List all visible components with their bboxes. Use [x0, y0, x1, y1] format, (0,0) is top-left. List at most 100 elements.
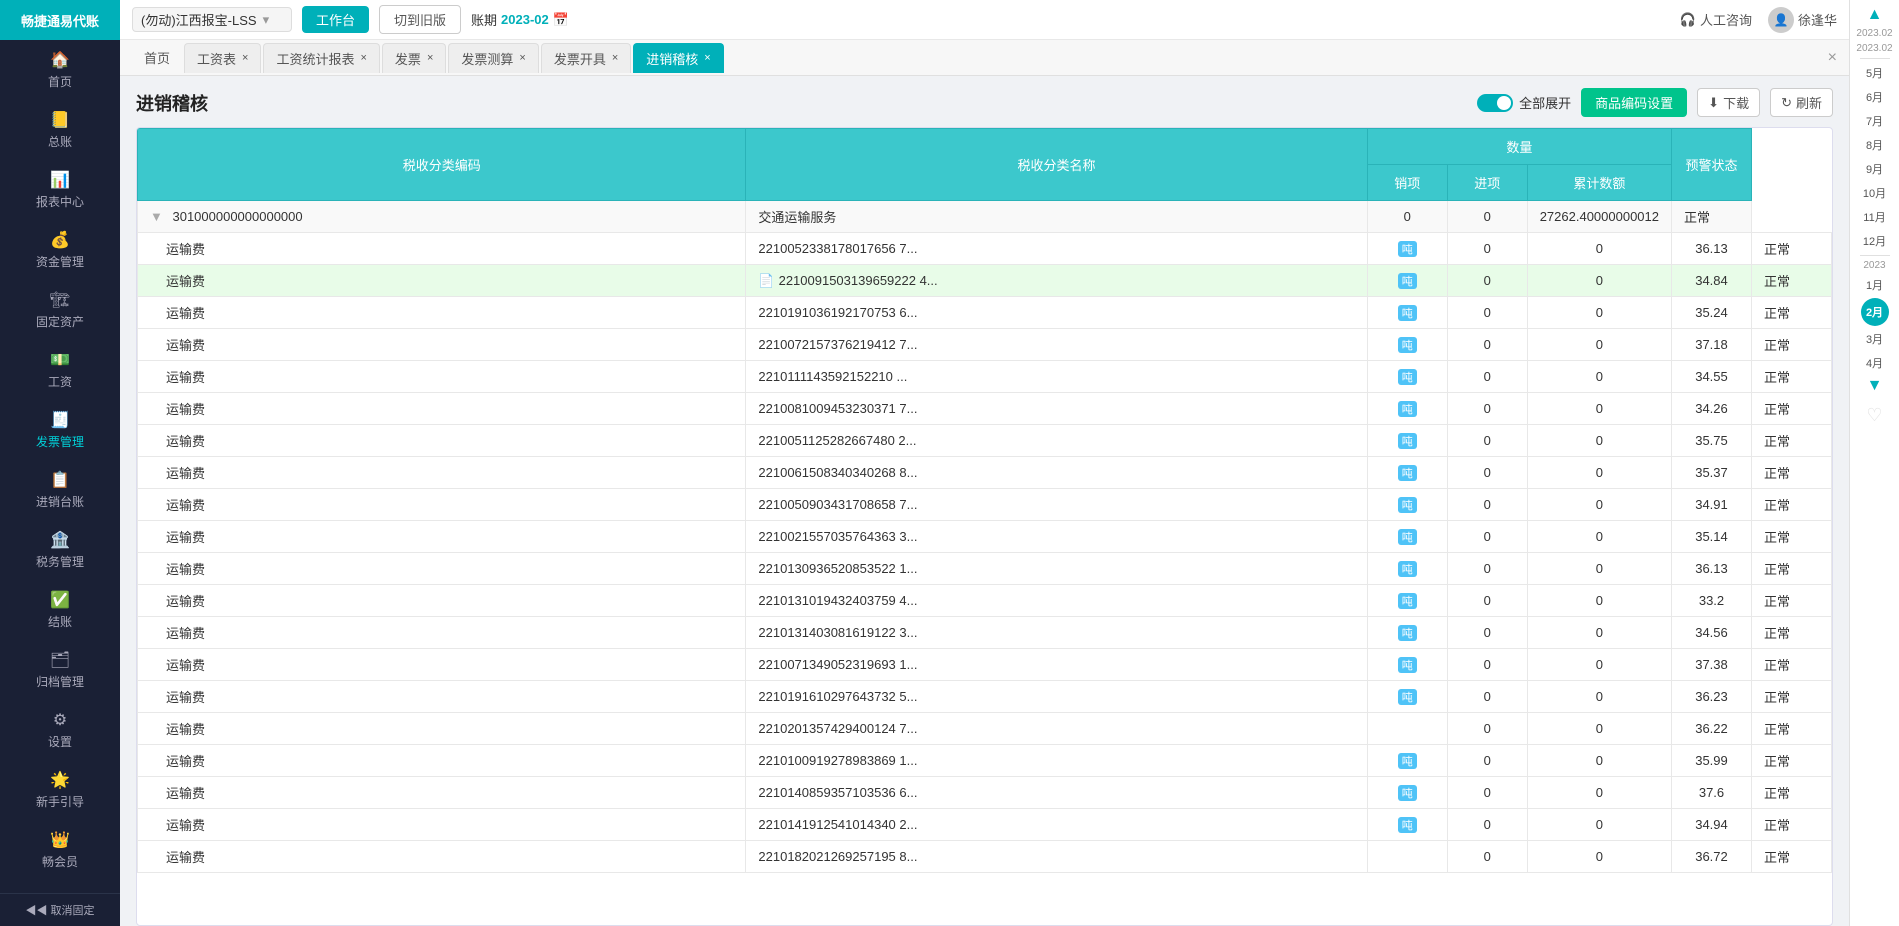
timeline-month-9[interactable]: 9月 — [1857, 157, 1893, 181]
tab-close-icon[interactable]: × — [242, 52, 248, 64]
unit-cell: 吨 — [1367, 297, 1447, 329]
tax-code-cell: ▼ 301000000000000000 — [138, 201, 746, 233]
tab-salary-table[interactable]: 工资表 × — [184, 43, 261, 73]
toolbar-right: 全部展开 商品编码设置 ⬇ 下载 ↻ 刷新 — [1477, 88, 1833, 117]
tab-close-icon[interactable]: × — [612, 52, 618, 64]
timeline-month-11[interactable]: 11月 — [1857, 205, 1893, 229]
sidebar-item-archive[interactable]: 🗂 归档管理 — [0, 640, 120, 700]
purchase-cell: 0 — [1527, 425, 1671, 457]
timeline-month-12[interactable]: 12月 — [1857, 229, 1893, 253]
col-header-cumulative: 累计数额 — [1527, 165, 1671, 201]
expand-all-toggle[interactable]: 全部展开 — [1477, 93, 1571, 112]
timeline-month-2-active[interactable]: 2月 — [1861, 298, 1889, 326]
table-row[interactable]: 运输费 2210182021269257195 8... 0 0 36.72 正… — [138, 841, 1832, 873]
table-row[interactable]: 运输费 2210131019432403759 4... 吨 0 0 33.2 … — [138, 585, 1832, 617]
table-row[interactable]: ▼ 301000000000000000 交通运输服务 0 0 27262.40… — [138, 201, 1832, 233]
table-row[interactable]: 运输费 2210191610297643732 5... 吨 0 0 36.23… — [138, 681, 1832, 713]
sidebar-item-report[interactable]: 📊 报表中心 — [0, 160, 120, 220]
sidebar-item-ledger[interactable]: 📒 总账 — [0, 100, 120, 160]
sidebar-item-tax[interactable]: 🏦 税务管理 — [0, 520, 120, 580]
tab-invoice-open[interactable]: 发票开具 × — [541, 43, 631, 73]
table-row[interactable]: 运输费 2210140859357103536 6... 吨 0 0 37.6 … — [138, 777, 1832, 809]
table-row[interactable]: 运输费 2210050903431708658 7... 吨 0 0 34.91… — [138, 489, 1832, 521]
timeline-month-3[interactable]: 3月 — [1857, 327, 1893, 351]
goods-settings-button[interactable]: 商品编码设置 — [1581, 88, 1687, 117]
toggle-track[interactable] — [1477, 94, 1513, 112]
support-button[interactable]: 🎧 人工咨询 — [1680, 10, 1752, 29]
timeline-month-1[interactable]: 1月 — [1857, 273, 1893, 297]
table-row[interactable]: 运输费 2210191036192170753 6... 吨 0 0 35.24… — [138, 297, 1832, 329]
table-row[interactable]: 运输费 2210100919278983869 1... 吨 0 0 35.99… — [138, 745, 1832, 777]
invoice-id-cell: 2210130936520853522 1... — [746, 553, 1367, 585]
sidebar-item-home[interactable]: 🏠 首页 — [0, 40, 120, 100]
status-cell: 正常 — [1752, 809, 1832, 841]
tab-invoice[interactable]: 发票 × — [382, 43, 446, 73]
unit-tag: 吨 — [1398, 497, 1417, 513]
unit-cell: 吨 — [1367, 681, 1447, 713]
tab-salary-stats[interactable]: 工资统计报表 × — [263, 43, 379, 73]
table-row[interactable]: 运输费 2210052338178017656 7... 吨 0 0 36.13… — [138, 233, 1832, 265]
purchase-cell: 0 — [1527, 809, 1671, 841]
cumulative-cell: 35.75 — [1672, 425, 1752, 457]
timeline-month-4[interactable]: 4月 — [1857, 351, 1893, 375]
timeline-month-8[interactable]: 8月 — [1857, 133, 1893, 157]
sidebar-item-sales[interactable]: 📋 进销台账 — [0, 460, 120, 520]
tab-close-icon[interactable]: × — [360, 52, 366, 64]
table-row[interactable]: 运输费 2210201357429400124 7... 0 0 36.22 正… — [138, 713, 1832, 745]
calendar-icon[interactable]: 📅 — [553, 12, 569, 28]
collapse-icon[interactable]: ▼ — [150, 209, 163, 224]
sidebar-item-member[interactable]: 👑 畅会员 — [0, 820, 120, 880]
sidebar-item-checkout[interactable]: ✅ 结账 — [0, 580, 120, 640]
refresh-button[interactable]: ↻ 刷新 — [1770, 88, 1833, 117]
table-row[interactable]: 运输费 2210072157376219412 7... 吨 0 0 37.18… — [138, 329, 1832, 361]
sidebar-item-salary[interactable]: 💵 工资 — [0, 340, 120, 400]
table-row[interactable]: 运输费 📄2210091503139659222 4... 吨 0 0 34.8… — [138, 265, 1832, 297]
cumulative-cell: 34.91 — [1672, 489, 1752, 521]
table-row[interactable]: 运输费 2210131403081619122 3... 吨 0 0 34.56… — [138, 617, 1832, 649]
heart-icon[interactable]: ♡ — [1866, 405, 1882, 426]
table-row[interactable]: 运输费 2210021557035764363 3... 吨 0 0 35.14… — [138, 521, 1832, 553]
sub-indent-cell: 运输费 — [138, 809, 746, 841]
salary-icon: 💵 — [50, 350, 70, 370]
user-info[interactable]: 👤 徐逢华 — [1768, 7, 1837, 33]
workbench-button[interactable]: 工作台 — [302, 6, 369, 33]
timeline-down-button[interactable]: ▼ — [1865, 375, 1885, 397]
table-row[interactable]: 运输费 2210141912541014340 2... 吨 0 0 34.94… — [138, 809, 1832, 841]
top-bar: (勿动)江西报宝-LSS ▾ 工作台 切到旧版 账期 2023-02 📅 🎧 人… — [120, 0, 1849, 40]
timeline-up-button[interactable]: ▲ — [1865, 4, 1885, 26]
sidebar-item-settings[interactable]: ⚙ 设置 — [0, 700, 120, 760]
download-button[interactable]: ⬇ 下载 — [1697, 88, 1760, 117]
table-row[interactable]: 运输费 2210111143592152210 ... 吨 0 0 34.55 … — [138, 361, 1832, 393]
table-row[interactable]: 运输费 2210061508340340268 8... 吨 0 0 35.37… — [138, 457, 1832, 489]
timeline-month-10[interactable]: 10月 — [1857, 181, 1893, 205]
table-row[interactable]: 运输费 2210051125282667480 2... 吨 0 0 35.75… — [138, 425, 1832, 457]
unpin-button[interactable]: ◀◀ 取消固定 — [0, 893, 120, 926]
member-icon: 👑 — [50, 830, 70, 850]
sub-indent-cell: 运输费 — [138, 265, 746, 297]
tab-sales-check[interactable]: 进销稽核 × — [633, 43, 723, 73]
tab-close-all-button[interactable]: × — [1828, 49, 1837, 67]
timeline-month-7[interactable]: 7月 — [1857, 109, 1893, 133]
timeline-month-6[interactable]: 6月 — [1857, 85, 1893, 109]
ledger-icon: 📒 — [50, 110, 70, 130]
switch-old-button[interactable]: 切到旧版 — [379, 5, 461, 34]
table-row[interactable]: 运输费 2210130936520853522 1... 吨 0 0 36.13… — [138, 553, 1832, 585]
guide-icon: 🌟 — [50, 770, 70, 790]
tab-close-icon[interactable]: × — [427, 52, 433, 64]
sidebar-item-capital[interactable]: 💰 资金管理 — [0, 220, 120, 280]
tab-invoice-calc[interactable]: 发票测算 × — [448, 43, 538, 73]
table-row[interactable]: 运输费 2210071349052319693 1... 吨 0 0 37.38… — [138, 649, 1832, 681]
unit-cell: 吨 — [1367, 265, 1447, 297]
sidebar-item-asset[interactable]: 🏗 固定资产 — [0, 280, 120, 340]
tab-close-icon[interactable]: × — [519, 52, 525, 64]
status-cell: 正常 — [1752, 681, 1832, 713]
tab-close-icon[interactable]: × — [704, 52, 710, 64]
table-row[interactable]: 运输费 2210081009453230371 7... 吨 0 0 34.26… — [138, 393, 1832, 425]
timeline-month-5[interactable]: 5月 — [1857, 61, 1893, 85]
sidebar-item-guide[interactable]: 🌟 新手引导 — [0, 760, 120, 820]
unit-cell: 吨 — [1367, 809, 1447, 841]
tab-home[interactable]: 首页 — [132, 43, 182, 73]
sidebar-item-invoice[interactable]: 🧾 发票管理 — [0, 400, 120, 460]
invoice-id-cell: 2210182021269257195 8... — [746, 841, 1367, 873]
company-selector[interactable]: (勿动)江西报宝-LSS ▾ — [132, 7, 292, 32]
